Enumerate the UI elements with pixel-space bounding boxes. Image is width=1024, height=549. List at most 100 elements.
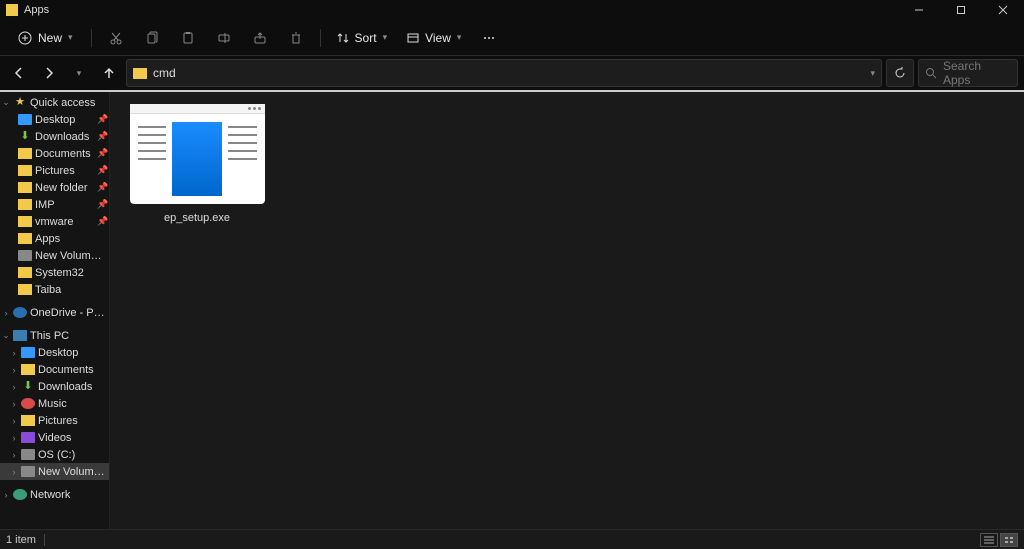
cloud-icon <box>13 307 27 318</box>
sort-icon <box>337 32 349 44</box>
more-button[interactable] <box>473 24 505 52</box>
paste-button[interactable] <box>172 24 204 52</box>
pin-icon: 📌 <box>97 148 107 159</box>
caret-right-icon[interactable]: › <box>10 348 18 358</box>
maximize-button[interactable] <box>940 0 982 20</box>
sidebar-this-pc[interactable]: ⌄ This PC <box>0 327 109 344</box>
star-icon: ★ <box>13 97 27 108</box>
desktop-icon <box>21 347 35 358</box>
video-icon <box>21 432 35 443</box>
refresh-button[interactable] <box>886 59 914 87</box>
sidebar-onedrive[interactable]: › OneDrive - Personal <box>0 304 109 321</box>
sidebar-item-imp[interactable]: IMP📌 <box>0 196 109 213</box>
sidebar-pc-newvolume[interactable]: ›New Volume (D:) <box>0 463 109 480</box>
sidebar-item-downloads[interactable]: ⬇Downloads📌 <box>0 128 109 145</box>
sort-label: Sort <box>355 31 377 45</box>
details-view-button[interactable] <box>980 533 998 547</box>
forward-button[interactable] <box>36 60 62 86</box>
copy-button[interactable] <box>136 24 168 52</box>
new-button[interactable]: New ▾ <box>8 27 83 49</box>
download-icon: ⬇ <box>18 131 32 142</box>
plus-circle-icon <box>18 31 32 45</box>
status-item-count: 1 item <box>6 534 45 546</box>
view-button[interactable]: View ▾ <box>399 27 469 49</box>
sidebar-item-newvolume-qa[interactable]: New Volume (D:) <box>0 247 109 264</box>
view-label: View <box>425 31 451 45</box>
pin-icon: 📌 <box>97 165 107 176</box>
search-icon <box>925 67 937 79</box>
chevron-down-icon: ▾ <box>383 32 388 43</box>
navigation-pane[interactable]: ⌄ ★ Quick access Desktop📌 ⬇Downloads📌 Do… <box>0 92 110 529</box>
pin-icon: 📌 <box>97 199 107 210</box>
sidebar-item-newfolder[interactable]: New folder📌 <box>0 179 109 196</box>
sidebar-item-system32[interactable]: System32 <box>0 264 109 281</box>
cut-button[interactable] <box>100 24 132 52</box>
search-box[interactable]: Search Apps <box>918 59 1018 87</box>
folder-icon <box>18 267 32 278</box>
back-button[interactable] <box>6 60 32 86</box>
sidebar-item-desktop[interactable]: Desktop📌 <box>0 111 109 128</box>
sidebar-pc-osc[interactable]: ›OS (C:) <box>0 446 109 463</box>
drive-icon <box>21 449 35 460</box>
pin-icon: 📌 <box>97 182 107 193</box>
chevron-down-icon: ▾ <box>457 32 462 43</box>
pin-icon: 📌 <box>97 216 107 227</box>
desktop-icon <box>18 114 32 125</box>
caret-down-icon[interactable]: ⌄ <box>2 97 10 108</box>
folder-icon <box>21 364 35 375</box>
folder-icon <box>18 284 32 295</box>
up-button[interactable] <box>96 60 122 86</box>
pc-icon <box>13 330 27 341</box>
folder-icon <box>133 68 147 79</box>
view-icon <box>407 32 419 44</box>
file-item[interactable]: ep_setup.exe <box>122 104 272 224</box>
sidebar-pc-videos[interactable]: ›Videos <box>0 429 109 446</box>
file-thumbnail <box>130 104 265 204</box>
caret-down-icon[interactable]: ⌄ <box>2 330 10 341</box>
sidebar-pc-documents[interactable]: ›Documents <box>0 361 109 378</box>
address-text: cmd <box>153 66 864 80</box>
navigation-bar: ▾ cmd ▾ Search Apps <box>0 56 1024 92</box>
close-button[interactable] <box>982 0 1024 20</box>
title-bar[interactable]: Apps <box>0 0 1024 20</box>
sidebar-quick-access[interactable]: ⌄ ★ Quick access <box>0 94 109 111</box>
chevron-down-icon[interactable]: ▾ <box>870 68 875 79</box>
address-bar[interactable]: cmd ▾ <box>126 59 882 87</box>
sidebar-pc-music[interactable]: ›Music <box>0 395 109 412</box>
folder-icon <box>18 182 32 193</box>
explorer-window: Apps New ▾ Sort ▾ <box>0 0 1024 549</box>
delete-button[interactable] <box>280 24 312 52</box>
recent-button[interactable]: ▾ <box>66 60 92 86</box>
sidebar-item-pictures[interactable]: Pictures📌 <box>0 162 109 179</box>
sidebar-item-documents[interactable]: Documents📌 <box>0 145 109 162</box>
sidebar-pc-pictures[interactable]: ›Pictures <box>0 412 109 429</box>
sidebar-pc-downloads[interactable]: ›⬇Downloads <box>0 378 109 395</box>
network-icon <box>13 489 27 500</box>
search-placeholder: Search Apps <box>943 59 1011 87</box>
sort-button[interactable]: Sort ▾ <box>329 27 396 49</box>
rename-button[interactable] <box>208 24 240 52</box>
toolbar: New ▾ Sort ▾ View ▾ <box>0 20 1024 56</box>
sidebar-network[interactable]: › Network <box>0 486 109 503</box>
share-button[interactable] <box>244 24 276 52</box>
chevron-down-icon: ▾ <box>68 32 73 43</box>
caret-right-icon[interactable]: › <box>2 308 10 318</box>
content-area[interactable]: ep_setup.exe <box>110 92 1024 529</box>
drive-icon <box>21 466 35 477</box>
icons-view-button[interactable] <box>1000 533 1018 547</box>
folder-icon <box>18 216 32 227</box>
sidebar-item-apps[interactable]: Apps <box>0 230 109 247</box>
minimize-button[interactable] <box>898 0 940 20</box>
sidebar-item-vmware[interactable]: vmware📌 <box>0 213 109 230</box>
title-folder-icon <box>6 4 18 16</box>
pin-icon: 📌 <box>97 114 107 125</box>
caret-right-icon[interactable]: › <box>2 490 10 500</box>
folder-icon <box>21 415 35 426</box>
window-title: Apps <box>24 4 898 16</box>
status-bar: 1 item <box>0 529 1024 549</box>
folder-icon <box>18 148 32 159</box>
music-icon <box>21 398 35 409</box>
sidebar-pc-desktop[interactable]: ›Desktop <box>0 344 109 361</box>
download-icon: ⬇ <box>21 381 35 392</box>
sidebar-item-taiba[interactable]: Taiba <box>0 281 109 298</box>
